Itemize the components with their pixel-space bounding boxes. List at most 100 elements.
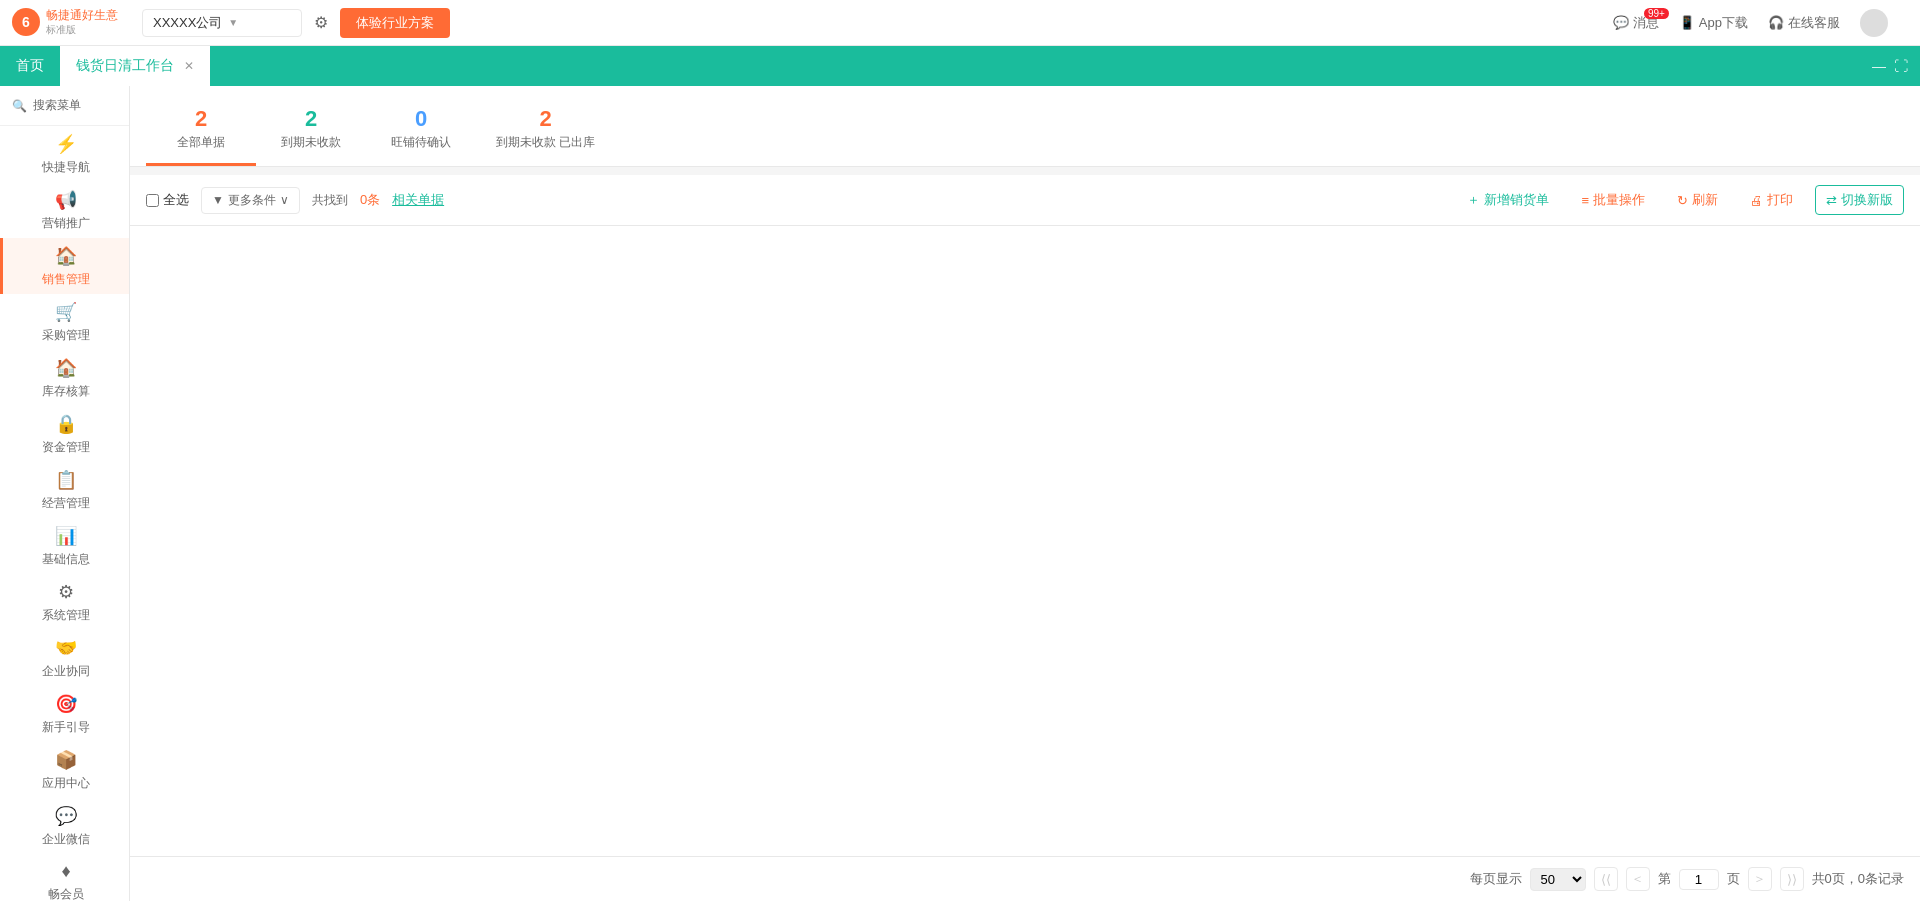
sidebar-item-inventory[interactable]: 🏠 库存核算 xyxy=(0,350,129,406)
stat-number-all: 2 xyxy=(166,106,236,132)
maximize-icon[interactable]: ⛶ xyxy=(1894,58,1908,74)
search-menu-label: 搜索菜单 xyxy=(33,97,81,114)
sidebar-item-quick-nav[interactable]: ⚡ 快捷导航 xyxy=(0,126,129,182)
pagination: 每页显示 50 100 200 ⟨⟨ ＜ 第 页 ＞ ⟩⟩ 共0页，0条记录 xyxy=(130,856,1920,901)
table-area xyxy=(130,226,1920,856)
total-records: 共0页，0条记录 xyxy=(1812,870,1904,888)
switch-label: 切换新版 xyxy=(1841,191,1893,209)
sidebar-label-finance: 资金管理 xyxy=(42,439,90,456)
search-icon: 🔍 xyxy=(12,99,27,113)
company-selector[interactable]: XXXXX公司 ▼ xyxy=(142,9,302,37)
sidebar-label-quick-nav: 快捷导航 xyxy=(42,159,90,176)
message-item[interactable]: 💬 消息 99+ xyxy=(1613,14,1659,32)
found-link[interactable]: 相关单据 xyxy=(392,191,444,209)
guide-icon: 🎯 xyxy=(55,693,77,715)
switch-version-button[interactable]: ⇄ 切换新版 xyxy=(1815,185,1904,215)
top-header: 6 畅捷通好生意 标准版 XXXXX公司 ▼ ⚙ 体验行业方案 💬 消息 99+… xyxy=(0,0,1920,46)
sidebar-label-member: 畅会员 xyxy=(48,886,84,901)
sidebar-label-purchase: 采购管理 xyxy=(42,327,90,344)
stat-number-overdue-shipped: 2 xyxy=(496,106,595,132)
marketing-icon: 📢 xyxy=(55,189,77,211)
sidebar-item-purchase[interactable]: 🛒 采购管理 xyxy=(0,294,129,350)
first-page-button[interactable]: ⟨⟨ xyxy=(1594,867,1618,891)
logo-icon: 6 xyxy=(12,8,40,36)
minimize-icon[interactable]: — xyxy=(1872,58,1886,74)
sidebar-label-enterprise: 企业协同 xyxy=(42,663,90,680)
logo-area: 6 畅捷通好生意 标准版 xyxy=(12,8,142,36)
chevron-icon: ∨ xyxy=(280,193,289,207)
search-menu[interactable]: 🔍 搜索菜单 xyxy=(0,86,129,126)
sidebar-item-system[interactable]: ⚙ 系统管理 xyxy=(0,574,129,630)
per-page-label: 每页显示 xyxy=(1470,870,1522,888)
system-icon: ⚙ xyxy=(58,581,74,603)
refresh-button[interactable]: ↻ 刷新 xyxy=(1667,186,1728,214)
page-prefix: 第 xyxy=(1658,870,1671,888)
trial-button[interactable]: 体验行业方案 xyxy=(340,8,450,38)
main-layout: 🔍 搜索菜单 ⚡ 快捷导航 📢 营销推广 🏠 销售管理 🛒 采购管理 🏠 库存核… xyxy=(0,86,1920,901)
sidebar-item-basic-info[interactable]: 📊 基础信息 xyxy=(0,518,129,574)
batch-btn-label: 批量操作 xyxy=(1593,191,1645,209)
online-service-item[interactable]: 🎧 在线客服 xyxy=(1768,14,1840,32)
checkbox-input[interactable] xyxy=(146,194,159,207)
app-download-label: App下载 xyxy=(1699,14,1748,32)
basic-info-icon: 📊 xyxy=(55,525,77,547)
per-page-select[interactable]: 50 100 200 xyxy=(1530,868,1586,891)
company-name: XXXXX公司 xyxy=(153,14,222,32)
sidebar-label-wechat: 企业微信 xyxy=(42,831,90,848)
sidebar-item-wechat[interactable]: 💬 企业微信 xyxy=(0,798,129,854)
app-center-icon: 📦 xyxy=(55,749,77,771)
sidebar-item-guide[interactable]: 🎯 新手引导 xyxy=(0,686,129,742)
tab-home[interactable]: 首页 xyxy=(0,46,60,86)
sidebar-item-sales[interactable]: 🏠 销售管理 xyxy=(0,238,129,294)
prev-page-button[interactable]: ＜ xyxy=(1626,867,1650,891)
sidebar-label-app-center: 应用中心 xyxy=(42,775,90,792)
stat-tab-overdue[interactable]: 2 到期未收款 xyxy=(256,98,366,166)
purchase-icon: 🛒 xyxy=(55,301,77,323)
toolbar-right: ＋ 新增销货单 ≡ 批量操作 ↻ 刷新 🖨 打印 ⇄ 切换新版 xyxy=(1457,185,1904,215)
operation-icon: 📋 xyxy=(55,469,77,491)
sidebar-item-marketing[interactable]: 📢 营销推广 xyxy=(0,182,129,238)
app-download-item[interactable]: 📱 App下载 xyxy=(1679,14,1748,32)
avatar[interactable] xyxy=(1860,9,1888,37)
next-page-button[interactable]: ＞ xyxy=(1748,867,1772,891)
message-icon: 💬 xyxy=(1613,15,1629,30)
settings-icon[interactable]: ⚙ xyxy=(314,13,328,32)
enterprise-icon: 🤝 xyxy=(55,637,77,659)
work-tab-label: 钱货日清工作台 xyxy=(76,57,174,75)
page-suffix: 页 xyxy=(1727,870,1740,888)
toolbar: 全选 ▼ 更多条件 ∨ 共找到 0条 相关单据 ＋ 新增销货单 ≡ 批量操作 xyxy=(130,175,1920,226)
stat-tab-all[interactable]: 2 全部单据 xyxy=(146,98,256,166)
tab-close-icon[interactable]: ✕ xyxy=(184,59,194,73)
print-button[interactable]: 🖨 打印 xyxy=(1740,186,1803,214)
stat-tab-pending[interactable]: 0 旺铺待确认 xyxy=(366,98,476,166)
inventory-icon: 🏠 xyxy=(55,357,77,379)
print-label: 打印 xyxy=(1767,191,1793,209)
nav-actions: — ⛶ xyxy=(1872,58,1920,74)
stat-number-overdue: 2 xyxy=(276,106,346,132)
sidebar-item-operation[interactable]: 📋 经营管理 xyxy=(0,462,129,518)
last-page-button[interactable]: ⟩⟩ xyxy=(1780,867,1804,891)
add-sales-order-button[interactable]: ＋ 新增销货单 xyxy=(1457,186,1559,214)
logo-badge: 标准版 xyxy=(46,23,118,37)
select-all-checkbox[interactable]: 全选 xyxy=(146,191,189,209)
print-icon: 🖨 xyxy=(1750,193,1763,208)
service-icon: 🎧 xyxy=(1768,15,1784,30)
page-number-input[interactable] xyxy=(1679,869,1719,890)
sidebar-item-enterprise[interactable]: 🤝 企业协同 xyxy=(0,630,129,686)
chevron-down-icon: ▼ xyxy=(228,17,238,28)
batch-operation-button[interactable]: ≡ 批量操作 xyxy=(1571,186,1655,214)
sidebar-item-member[interactable]: ♦ 畅会员 xyxy=(0,854,129,901)
tab-work[interactable]: 钱货日清工作台 ✕ xyxy=(60,46,210,86)
select-all-label: 全选 xyxy=(163,191,189,209)
member-icon: ♦ xyxy=(61,861,70,882)
header-right: 💬 消息 99+ 📱 App下载 🎧 在线客服 xyxy=(1613,9,1908,37)
nav-tabs: 首页 钱货日清工作台 ✕ — ⛶ xyxy=(0,46,1920,86)
stat-tab-overdue-shipped[interactable]: 2 到期未收款 已出库 xyxy=(476,98,615,166)
refresh-icon: ↻ xyxy=(1677,193,1688,208)
filter-icon: ▼ xyxy=(212,193,224,207)
home-tab-label: 首页 xyxy=(16,57,44,75)
filter-button[interactable]: ▼ 更多条件 ∨ xyxy=(201,187,300,214)
sidebar-item-finance[interactable]: 🔒 资金管理 xyxy=(0,406,129,462)
refresh-label: 刷新 xyxy=(1692,191,1718,209)
sidebar-item-app-center[interactable]: 📦 应用中心 xyxy=(0,742,129,798)
